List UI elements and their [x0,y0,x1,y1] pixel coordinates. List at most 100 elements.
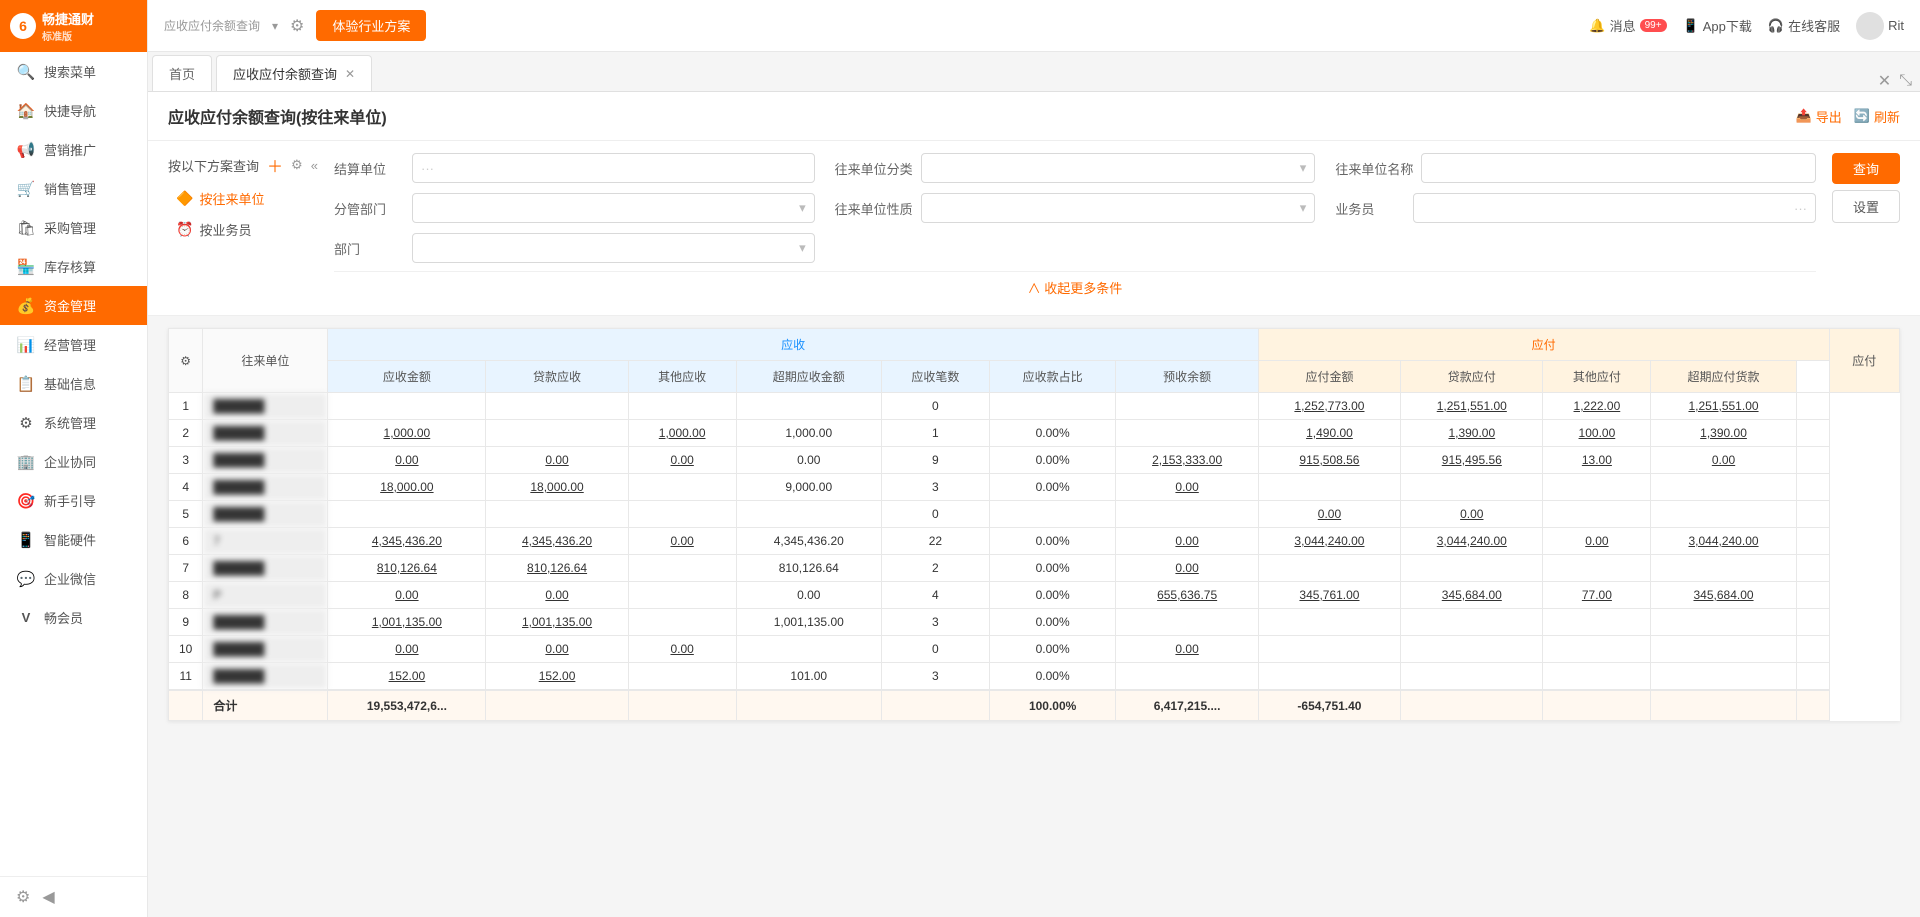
table-cell[interactable]: 77.00 [1543,582,1651,609]
tab-home[interactable]: 首页 [152,55,212,91]
table-cell[interactable]: 810,126.64 [328,555,486,582]
jiesuan-input[interactable]: ··· [412,153,815,183]
table-cell[interactable]: 1,251,551.00 [1401,393,1543,420]
table-cell[interactable]: 0.00 [1401,501,1543,528]
unit-category-input[interactable]: ▾ [921,153,1316,183]
table-cell[interactable]: 3,044,240.00 [1651,528,1796,555]
table-settings-icon[interactable]: ⚙ [180,354,191,368]
table-cell[interactable]: 0.00 [328,582,486,609]
export-button[interactable]: 📤 导出 [1796,107,1842,126]
query-button[interactable]: 查询 [1832,153,1900,184]
table-cell[interactable]: 810,126.64 [486,555,628,582]
table-cell[interactable]: 345,684.00 [1651,582,1796,609]
window-expand-icon[interactable]: ⤡ [1899,72,1912,90]
table-cell[interactable]: 0.00 [328,447,486,474]
sidebar-item-search[interactable]: 🔍 搜索菜单 [0,52,147,91]
table-cell[interactable]: 4,345,436.20 [328,528,486,555]
sidebar-item-wechat[interactable]: 💬 企业微信 [0,559,147,598]
table-cell[interactable]: 0.00 [1258,501,1400,528]
table-cell[interactable]: 0.00 [486,447,628,474]
salesman-input[interactable]: ··· [1413,193,1816,223]
table-cell[interactable]: 1,252,773.00 [1258,393,1400,420]
add-scheme-icon[interactable]: ＋ [267,153,283,177]
table-cell[interactable]: 4,345,436.20 [486,528,628,555]
table-cell[interactable]: 3,044,240.00 [1258,528,1400,555]
table-cell[interactable]: 1,222.00 [1543,393,1651,420]
sidebar-item-finance[interactable]: 💰 资金管理 [0,286,147,325]
table-cell[interactable]: 18,000.00 [486,474,628,501]
table-cell[interactable]: 0.00 [1651,447,1796,474]
sidebar-item-system[interactable]: ⚙ 系统管理 [0,403,147,442]
sidebar-item-purchase[interactable]: 🛍 采购管理 [0,208,147,247]
table-cell[interactable]: 0.00 [628,636,736,663]
header-gear-icon[interactable]: ⚙ [290,16,304,36]
table-area[interactable]: ⚙ 往来单位 应收 应付 应付 应收金额 贷款应收 其他应收 超期应收金额 应收… [148,316,1920,917]
table-cell[interactable]: 915,508.56 [1258,447,1400,474]
table-cell[interactable]: 1,001,135.00 [328,609,486,636]
close-icon[interactable]: ✕ [345,67,355,81]
table-cell[interactable]: 1,000.00 [628,420,736,447]
table-cell[interactable]: 0.00 [1116,528,1258,555]
tab-receivable[interactable]: 应收应付余额查询 ✕ [216,55,372,91]
table-cell[interactable]: 0.00 [628,528,736,555]
dept2-label: 部门 [334,239,404,258]
sidebar-item-marketing[interactable]: 📢 营销推广 [0,130,147,169]
table-cell[interactable]: 152.00 [328,663,486,691]
table-cell[interactable]: 1,390.00 [1651,420,1796,447]
sidebar-item-operations[interactable]: 📊 经营管理 [0,325,147,364]
dept2-input[interactable]: ▾ [412,233,815,263]
filter-collapse-bar[interactable]: ∧ 收起更多条件 [334,271,1816,303]
promo-button[interactable]: 体验行业方案 [316,10,426,41]
table-cell[interactable]: 3,044,240.00 [1401,528,1543,555]
message-button[interactable]: 🔔 消息 99+ [1589,16,1666,35]
table-cell[interactable]: 100.00 [1543,420,1651,447]
sidebar-collapse-icon[interactable]: ◀ [42,887,54,907]
sidebar-item-nav[interactable]: 🏠 快捷导航 [0,91,147,130]
sidebar-item-member[interactable]: V 畅会员 [0,598,147,637]
sidebar-item-enterprise[interactable]: 🏢 企业协同 [0,442,147,481]
unit-name-input[interactable] [1421,153,1816,183]
table-cell[interactable]: 0.00 [486,582,628,609]
online-service-button[interactable]: 🎧 在线客服 [1768,16,1840,35]
table-cell[interactable]: 18,000.00 [328,474,486,501]
user-menu[interactable]: Rit [1856,12,1904,40]
unit-nature-input[interactable]: ▾ [921,193,1316,223]
sidebar-item-inventory[interactable]: 🏪 库存核算 [0,247,147,286]
table-cell[interactable]: 1,001,135.00 [486,609,628,636]
sidebar-item-sales[interactable]: 🛒 销售管理 [0,169,147,208]
refresh-button[interactable]: 🔄 刷新 [1854,107,1900,126]
sidebar-item-basic-info[interactable]: 📋 基础信息 [0,364,147,403]
window-close-icon[interactable]: ✕ [1878,71,1891,91]
scheme-collapse-icon[interactable]: « [311,158,318,173]
table-cell[interactable]: 1,000.00 [328,420,486,447]
table-cell[interactable]: 1,490.00 [1258,420,1400,447]
col-settings-header[interactable]: ⚙ [169,329,203,393]
scheme-item-salesman[interactable]: ⏰ 按业务员 [168,216,318,243]
scheme-settings-icon[interactable]: ⚙ [291,157,303,173]
table-cell[interactable]: 0.00 [328,636,486,663]
sidebar-item-guide[interactable]: 🎯 新手引导 [0,481,147,520]
table-cell[interactable]: 2,153,333.00 [1116,447,1258,474]
sidebar-item-hardware[interactable]: 📱 智能硬件 [0,520,147,559]
sidebar-settings-icon[interactable]: ⚙ [16,887,30,907]
table-cell[interactable]: 0.00 [1543,528,1651,555]
table-cell[interactable]: 345,684.00 [1401,582,1543,609]
table-cell[interactable]: 152.00 [486,663,628,691]
table-cell[interactable]: 0.00 [1116,636,1258,663]
table-cell[interactable]: 1,251,551.00 [1651,393,1796,420]
table-cell[interactable]: 915,495.56 [1401,447,1543,474]
scheme-item-unit[interactable]: 🔶 按往来单位 [168,185,318,212]
settings-button[interactable]: 设置 [1832,190,1900,223]
table-cell[interactable]: 1,390.00 [1401,420,1543,447]
dept-input[interactable]: ▾ [412,193,815,223]
unit-cell: ██████ [203,663,328,691]
table-cell[interactable]: 0.00 [628,447,736,474]
table-cell[interactable]: 0.00 [1116,555,1258,582]
table-cell[interactable]: 0.00 [1116,474,1258,501]
table-cell[interactable]: 0.00 [486,636,628,663]
header-dropdown-icon[interactable]: ▾ [272,19,278,33]
table-cell[interactable]: 13.00 [1543,447,1651,474]
table-cell[interactable]: 345,761.00 [1258,582,1400,609]
app-download-button[interactable]: 📱 App下载 [1683,16,1752,35]
table-cell[interactable]: 655,636.75 [1116,582,1258,609]
